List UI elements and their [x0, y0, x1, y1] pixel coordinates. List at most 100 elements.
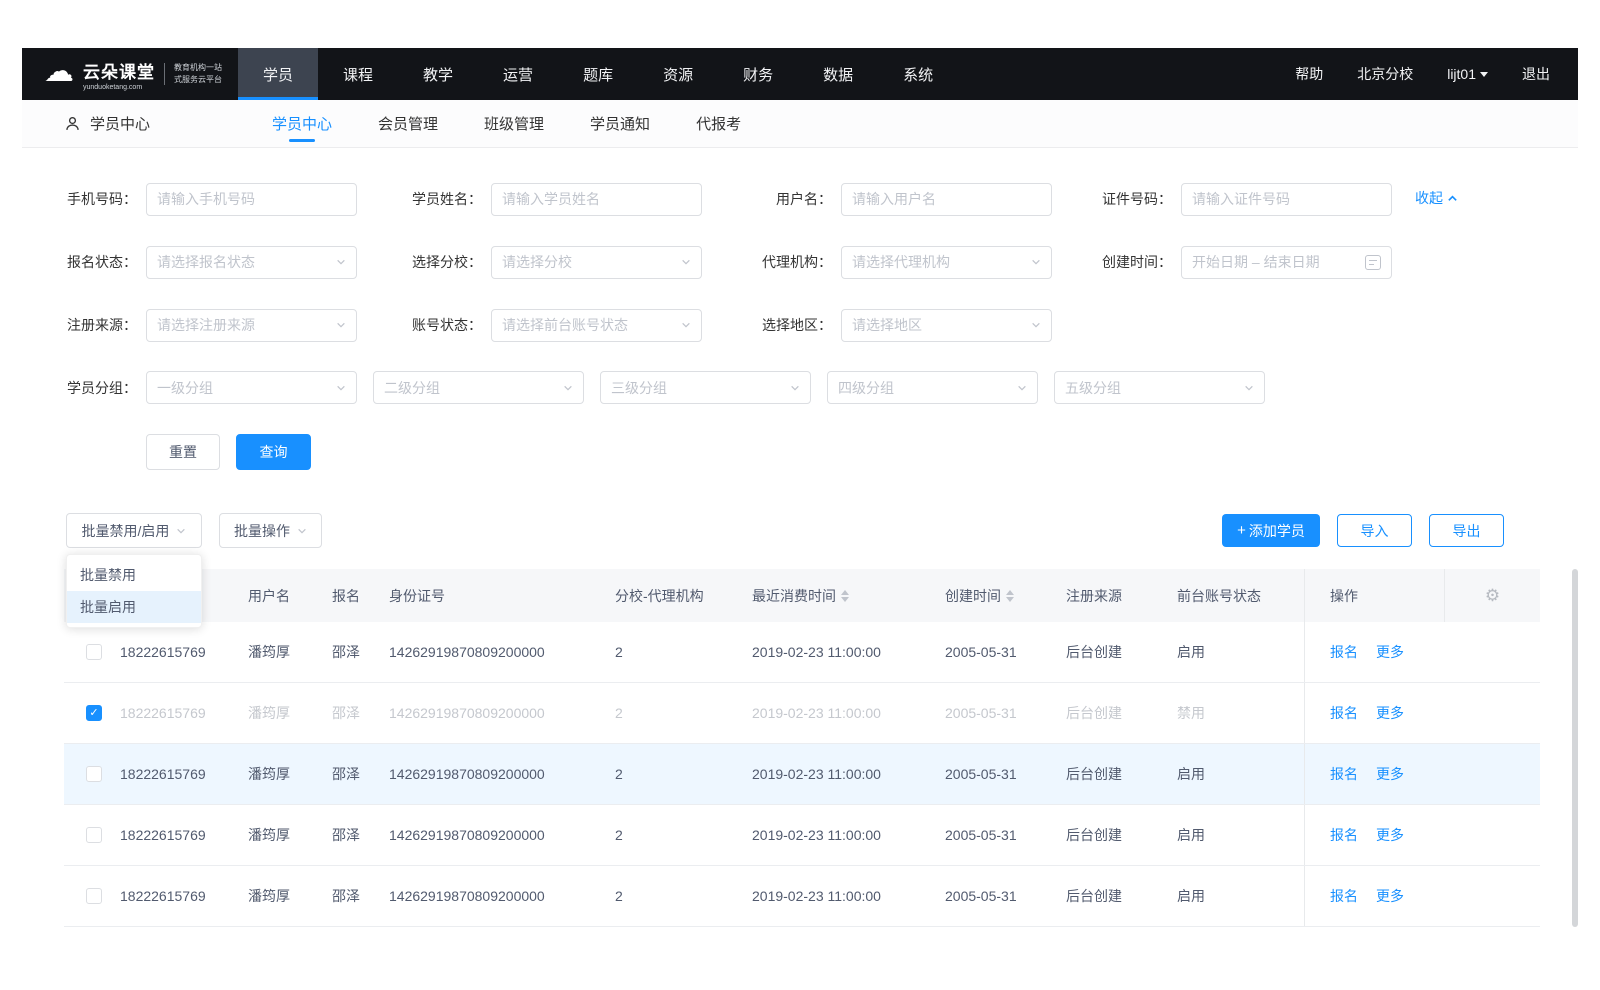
chevron-down-icon [1031, 257, 1041, 267]
row-more-link[interactable]: 更多 [1376, 703, 1404, 723]
row-checkbox[interactable]: ✓ [86, 766, 102, 782]
batch-toggle-button[interactable]: 批量禁用/启用 [66, 513, 202, 548]
campus-select[interactable]: 请选择分校 [491, 246, 702, 279]
group-level-select[interactable]: 五级分组 [1054, 371, 1265, 404]
table-toolbar: + 添加学员 导入 导出 [1222, 514, 1504, 547]
main-menu-item[interactable]: 题库 [558, 48, 638, 100]
row-more-link[interactable]: 更多 [1376, 886, 1404, 906]
create-time-range-picker[interactable]: 开始日期 – 结束日期 [1181, 246, 1392, 279]
cell-enroll: 邵泽 [332, 825, 389, 845]
chevron-up-icon [1447, 193, 1458, 204]
filter-panel: 手机号码： 学员姓名： 用户名： 证件号码： 收起 [22, 182, 1578, 470]
student-name-input[interactable] [491, 183, 702, 216]
cell-last-consume-time: 2019-02-23 11:00:00 [752, 888, 945, 904]
logout-link[interactable]: 退出 [1522, 64, 1550, 84]
enroll-status-label: 报名状态： [64, 252, 137, 272]
cell-username: 潘筠厚 [248, 825, 332, 845]
cell-enroll: 邵泽 [332, 764, 389, 784]
brand-logo[interactable]: ☁ 云朵课堂 yunduoketang.com 教育机构一站 式服务云平台 [22, 48, 238, 100]
register-source-label: 注册来源： [64, 315, 137, 335]
id-number-input[interactable] [1181, 183, 1392, 216]
group-level-select[interactable]: 一级分组 [146, 371, 357, 404]
cell-phone: 18222615769 [120, 827, 248, 843]
student-group-selects: 一级分组 二级分组 三级分组 四级分组 五级分组 [146, 371, 1265, 404]
cell-register-source: 后台创建 [1066, 703, 1177, 723]
vertical-scrollbar[interactable] [1572, 569, 1578, 927]
user-menu[interactable]: lijt01 [1447, 66, 1488, 82]
subnav-tab[interactable]: 班级管理 [484, 100, 544, 147]
phone-input[interactable] [146, 183, 357, 216]
table-body: ✓ 18222615769 潘筠厚 邵泽 1426291987080920000… [64, 622, 1540, 927]
section-title: 学员中心 [64, 100, 232, 147]
region-select[interactable]: 请选择地区 [841, 309, 1052, 342]
table-header: 用户名 报名 身份证号 分校-代理机构 最近消费时间 创建时间 注册来源 前台账… [64, 569, 1540, 622]
cell-branch-agency: 2 [615, 644, 752, 660]
row-checkbox[interactable]: ✓ [86, 705, 102, 721]
username-input[interactable] [841, 183, 1052, 216]
row-more-link[interactable]: 更多 [1376, 825, 1404, 845]
cell-register-source: 后台创建 [1066, 886, 1177, 906]
subnav-tab[interactable]: 代报考 [696, 100, 741, 147]
help-link[interactable]: 帮助 [1295, 64, 1323, 84]
main-menu-item[interactable]: 资源 [638, 48, 718, 100]
cell-register-source: 后台创建 [1066, 642, 1177, 662]
brand-domain: yunduoketang.com [83, 84, 155, 91]
chevron-down-icon [681, 320, 691, 330]
add-student-button[interactable]: + 添加学员 [1222, 514, 1320, 547]
batch-dropdown-item[interactable]: 批量启用 [67, 591, 201, 623]
brand-name: 云朵课堂 [83, 58, 155, 83]
chevron-down-icon [1244, 383, 1254, 393]
main-menu-item[interactable]: 教学 [398, 48, 478, 100]
cell-create-time: 2005-05-31 [945, 644, 1066, 660]
cell-account-status: 启用 [1177, 764, 1304, 784]
chevron-down-icon [176, 526, 186, 536]
group-level-select[interactable]: 三级分组 [600, 371, 811, 404]
cell-phone: 18222615769 [120, 705, 248, 721]
row-checkbox[interactable]: ✓ [86, 644, 102, 660]
main-menu-item[interactable]: 系统 [878, 48, 958, 100]
agency-label: 代理机构： [722, 252, 832, 272]
caret-down-icon [1480, 72, 1488, 77]
import-button[interactable]: 导入 [1337, 514, 1412, 547]
export-button[interactable]: 导出 [1429, 514, 1504, 547]
row-more-link[interactable]: 更多 [1376, 642, 1404, 662]
row-checkbox[interactable]: ✓ [86, 888, 102, 904]
main-menu-item[interactable]: 学员 [238, 48, 318, 100]
row-more-link[interactable]: 更多 [1376, 764, 1404, 784]
row-enroll-link[interactable]: 报名 [1330, 886, 1358, 906]
subnav-tab[interactable]: 会员管理 [378, 100, 438, 147]
branch-link[interactable]: 北京分校 [1357, 64, 1413, 84]
check-icon: ✓ [89, 708, 98, 719]
row-checkbox[interactable]: ✓ [86, 827, 102, 843]
main-menu-item[interactable]: 财务 [718, 48, 798, 100]
sort-icon[interactable] [1006, 590, 1014, 602]
register-source-select[interactable]: 请选择注册来源 [146, 309, 357, 342]
account-status-select[interactable]: 请选择前台账号状态 [491, 309, 702, 342]
batch-operate-button[interactable]: 批量操作 [219, 513, 322, 548]
enroll-status-select[interactable]: 请选择报名状态 [146, 246, 357, 279]
main-menu-item[interactable]: 课程 [318, 48, 398, 100]
search-button[interactable]: 查询 [236, 434, 311, 470]
main-menu-item[interactable]: 运营 [478, 48, 558, 100]
row-enroll-link[interactable]: 报名 [1330, 764, 1358, 784]
subnav-tab[interactable]: 学员通知 [590, 100, 650, 147]
header-action: 操作 [1304, 569, 1444, 622]
subnav-tab[interactable]: 学员中心 [272, 100, 332, 147]
calendar-icon [1365, 255, 1381, 270]
main-menu-item[interactable]: 数据 [798, 48, 878, 100]
cell-enroll: 邵泽 [332, 886, 389, 906]
row-enroll-link[interactable]: 报名 [1330, 825, 1358, 845]
agency-select[interactable]: 请选择代理机构 [841, 246, 1052, 279]
group-level-select[interactable]: 四级分组 [827, 371, 1038, 404]
gear-icon[interactable]: ⚙ [1485, 586, 1500, 606]
sort-icon[interactable] [841, 590, 849, 602]
row-enroll-link[interactable]: 报名 [1330, 642, 1358, 662]
reset-button[interactable]: 重置 [146, 434, 220, 470]
group-level-select[interactable]: 二级分组 [373, 371, 584, 404]
subnav-tabs: 学员中心会员管理班级管理学员通知 代报考 [272, 100, 741, 147]
batch-dropdown-item[interactable]: 批量禁用 [67, 559, 201, 591]
collapse-link[interactable]: 收起 [1415, 188, 1458, 208]
header-username: 用户名 [248, 569, 332, 622]
topnav-right: 帮助 北京分校 lijt01 退出 [1295, 48, 1578, 100]
row-enroll-link[interactable]: 报名 [1330, 703, 1358, 723]
